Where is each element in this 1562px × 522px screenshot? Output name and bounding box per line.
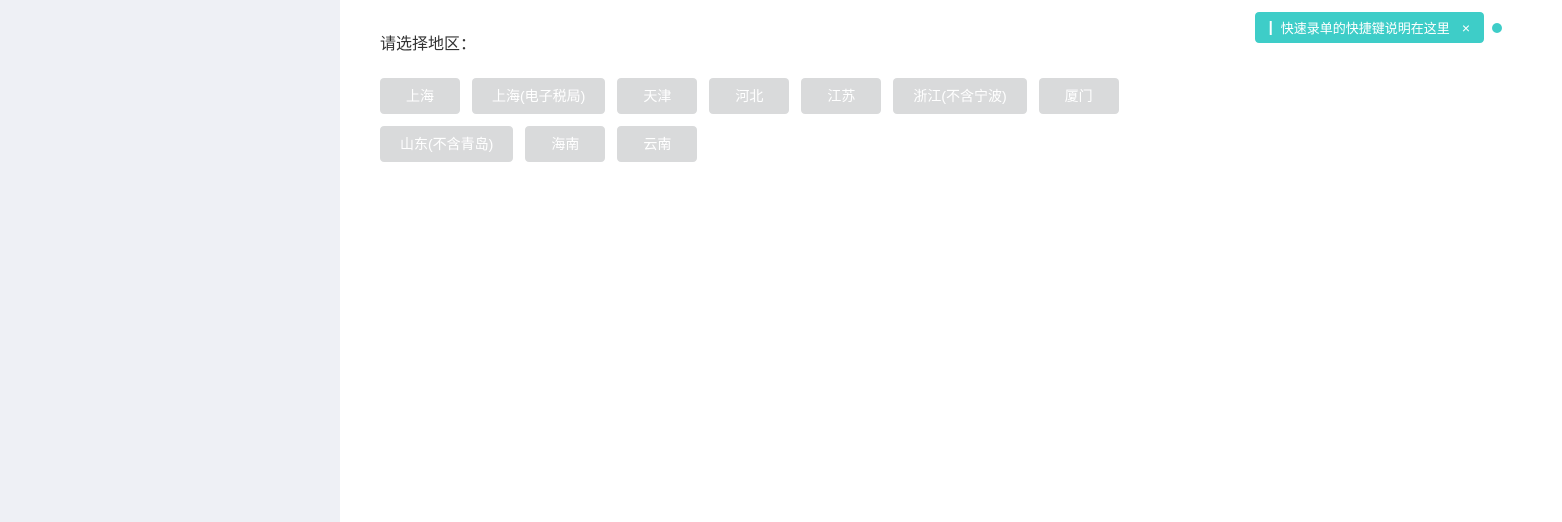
- region-btn-jiangsu[interactable]: 江苏: [801, 78, 881, 114]
- main-content: 请选择地区： 上海 上海(电子税局) 天津 河北 江苏 浙江(不含宁波) 厦门 …: [340, 0, 1562, 522]
- tooltip-dot: [1492, 23, 1502, 33]
- region-btn-yunnan[interactable]: 云南: [617, 126, 697, 162]
- tooltip-close-button[interactable]: ×: [1462, 20, 1470, 36]
- tooltip-bar: 快速录单的快捷键说明在这里 ×: [1255, 12, 1502, 43]
- region-row-1: 上海 上海(电子税局) 天津 河北 江苏 浙江(不含宁波) 厦门: [380, 78, 1522, 114]
- tooltip-text: 快速录单的快捷键说明在这里: [1281, 18, 1450, 37]
- region-btn-zhejiang[interactable]: 浙江(不含宁波): [893, 78, 1026, 114]
- region-btn-hebei[interactable]: 河北: [709, 78, 789, 114]
- left-sidebar: [0, 0, 340, 522]
- region-btn-hainan[interactable]: 海南: [525, 126, 605, 162]
- region-btn-shandong[interactable]: 山东(不含青岛): [380, 126, 513, 162]
- tooltip-badge: 快速录单的快捷键说明在这里 ×: [1255, 12, 1484, 43]
- region-btn-tianjin[interactable]: 天津: [617, 78, 697, 114]
- region-btn-shanghai-esb[interactable]: 上海(电子税局): [472, 78, 605, 114]
- region-btn-shanghai[interactable]: 上海: [380, 78, 460, 114]
- region-btn-xiamen[interactable]: 厦门: [1039, 78, 1119, 114]
- region-row-2: 山东(不含青岛) 海南 云南: [380, 126, 1522, 162]
